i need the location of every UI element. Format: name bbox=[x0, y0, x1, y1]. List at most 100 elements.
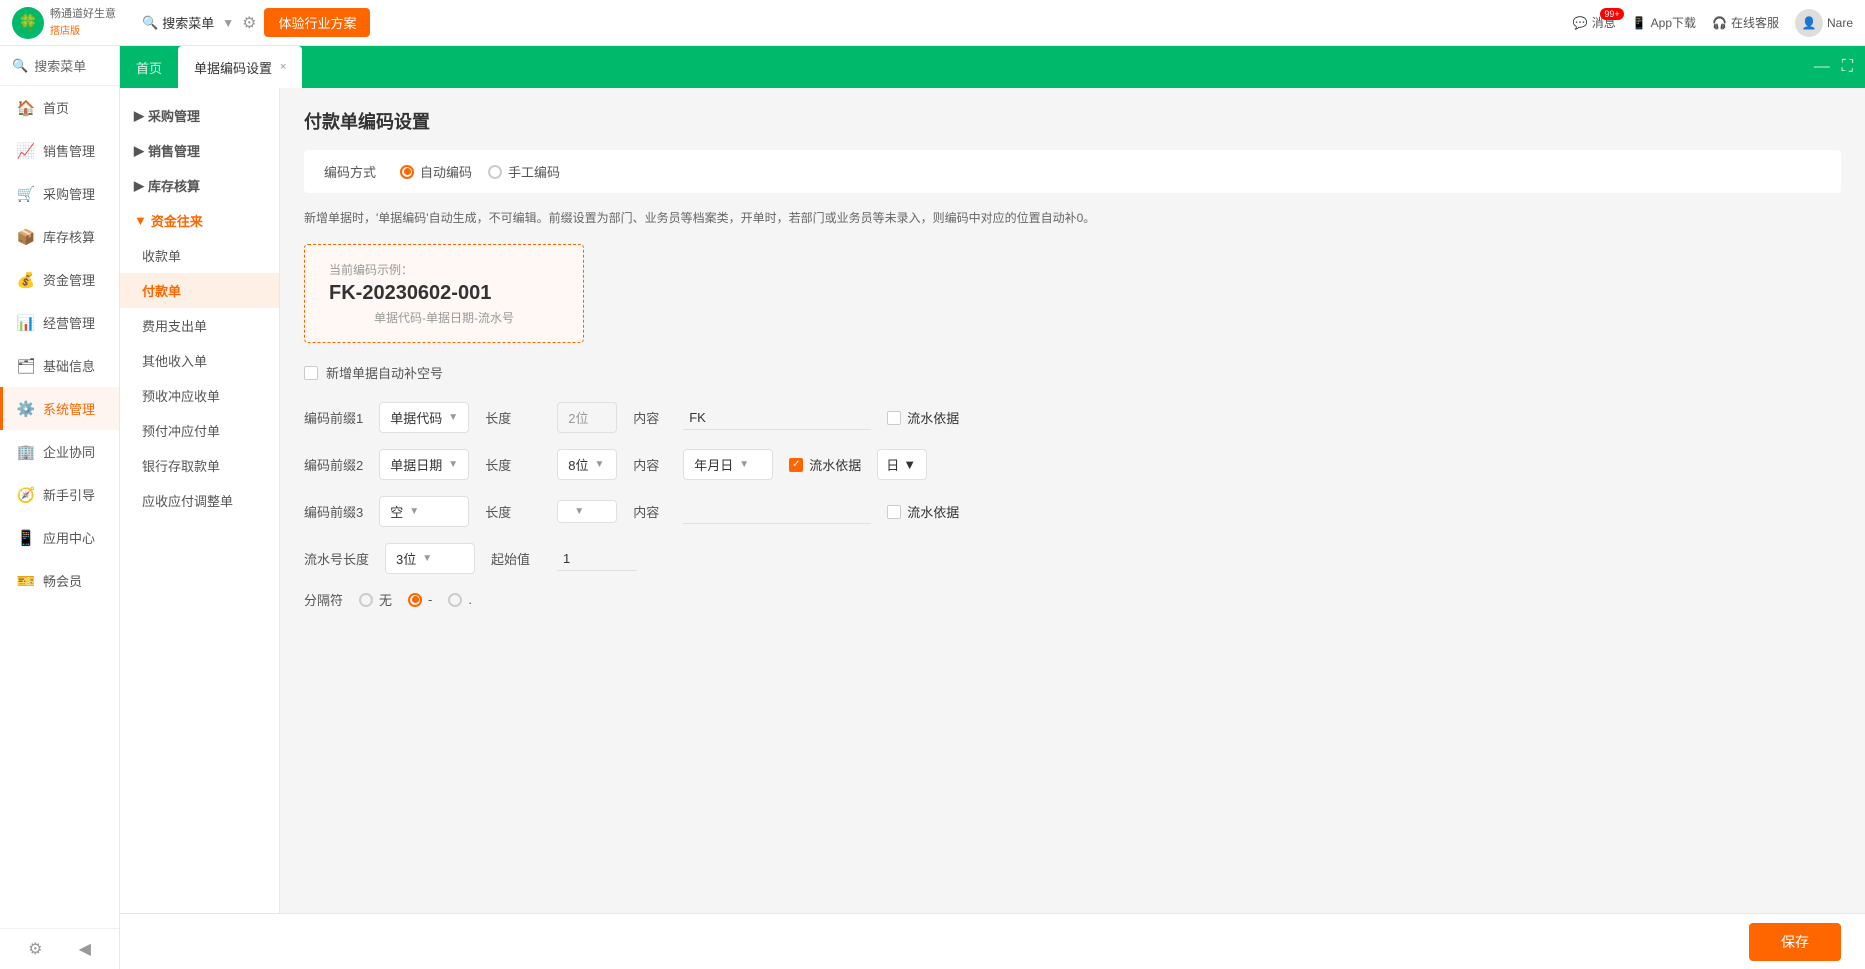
sep-none[interactable]: 无 bbox=[359, 590, 392, 609]
prefix1-water-label: 流水依据 bbox=[907, 408, 959, 427]
sidebar-item-label: 应用中心 bbox=[43, 528, 95, 547]
search-icon[interactable]: 🔍 bbox=[142, 15, 158, 31]
prefix3-length-select[interactable]: ▼ bbox=[557, 500, 617, 523]
prefix1-arrow-icon: ▼ bbox=[448, 412, 458, 423]
search-menu-label[interactable]: 搜索菜单 bbox=[162, 13, 214, 32]
sidebar-item-sales[interactable]: 📈 销售管理 bbox=[0, 129, 119, 172]
sidebar-item-apps[interactable]: 📱 应用中心 bbox=[0, 516, 119, 559]
sub-menu-item-pre-receive[interactable]: 预收冲应收单 bbox=[120, 378, 279, 413]
prefix2-select[interactable]: 单据日期 ▼ bbox=[379, 449, 469, 480]
sidebar-item-purchase[interactable]: 🛒 采购管理 bbox=[0, 172, 119, 215]
minimize-icon[interactable]: — bbox=[1810, 54, 1834, 80]
sidebar-item-label: 销售管理 bbox=[43, 141, 95, 160]
sep-dash[interactable]: - bbox=[408, 592, 432, 607]
sidebar-item-finance[interactable]: 💰 资金管理 bbox=[0, 258, 119, 301]
sidebar-item-label: 库存核算 bbox=[43, 227, 95, 246]
top-bar: 🍀 畅通道好生意 搭店版 🔍 搜索菜单 ▼ ⚙ 体验行业方案 💬 消息 99+ … bbox=[0, 0, 1865, 46]
chevron-right-icon-3: ▶ bbox=[134, 178, 144, 194]
prefix1-water-checkbox[interactable] bbox=[887, 411, 901, 425]
tab-home-label: 首页 bbox=[136, 58, 162, 77]
prefix3-label: 编码前缀3 bbox=[304, 502, 363, 521]
top-bar-middle: 🔍 搜索菜单 ▼ ⚙ 体验行业方案 bbox=[132, 8, 1573, 37]
prefix2-length-label: 长度 bbox=[485, 455, 541, 474]
save-button[interactable]: 保存 bbox=[1749, 923, 1841, 961]
radio-manual[interactable]: 手工编码 bbox=[488, 162, 560, 181]
sep-dot[interactable]: . bbox=[448, 592, 472, 607]
sidebar-item-home[interactable]: 🏠 首页 bbox=[0, 86, 119, 129]
sidebar-item-operation[interactable]: 📊 经营管理 bbox=[0, 301, 119, 344]
tab-encoding-close-icon[interactable]: × bbox=[280, 61, 286, 73]
guide-icon: 🧭 bbox=[17, 486, 35, 504]
sidebar-item-member[interactable]: 🎫 畅会员 bbox=[0, 559, 119, 602]
sidebar-search-label: 搜索菜单 bbox=[34, 56, 86, 75]
prefix3-value: 空 bbox=[390, 502, 403, 521]
prefix2-content-select[interactable]: 年月日 ▼ bbox=[683, 449, 773, 480]
prefix2-length-value: 8位 bbox=[568, 455, 588, 474]
sidebar-item-guide[interactable]: 🧭 新手引导 bbox=[0, 473, 119, 516]
sub-menu-group-capital[interactable]: ▼ 资金往来 bbox=[120, 203, 279, 238]
serial-select[interactable]: 3位 ▼ bbox=[385, 543, 475, 574]
dropdown-arrow-icon[interactable]: ▼ bbox=[222, 16, 234, 30]
sub-menu-group-sales[interactable]: ▶ 销售管理 bbox=[120, 133, 279, 168]
prefix3-select[interactable]: 空 ▼ bbox=[379, 496, 469, 527]
sub-menu-group-purchase[interactable]: ▶ 采购管理 bbox=[120, 98, 279, 133]
prefix1-water-depend: 流水依据 bbox=[887, 408, 959, 427]
sub-menu-item-expense[interactable]: 费用支出单 bbox=[120, 308, 279, 343]
sub-menu-item-bank[interactable]: 银行存取款单 bbox=[120, 448, 279, 483]
maximize-icon[interactable]: ⛶ bbox=[1838, 54, 1857, 80]
sidebar-item-system[interactable]: ⚙️ 系统管理 bbox=[0, 387, 119, 430]
sidebar-collapse-btn[interactable]: ◀ bbox=[79, 939, 91, 959]
sub-menu-item-payment[interactable]: 付款单 bbox=[120, 273, 279, 308]
sub-menu-item-other-income[interactable]: 其他收入单 bbox=[120, 343, 279, 378]
sub-menu-group-inventory-label: 库存核算 bbox=[148, 176, 200, 195]
radio-auto-circle bbox=[400, 165, 414, 179]
sidebar: 🔍 搜索菜单 🏠 首页 📈 销售管理 🛒 采购管理 📦 库存核算 💰 资金管理 … bbox=[0, 46, 120, 969]
serial-arrow-icon: ▼ bbox=[422, 553, 432, 564]
start-value-input[interactable] bbox=[557, 547, 637, 571]
app-download-label: App下载 bbox=[1651, 14, 1696, 31]
prefix-row-2: 编码前缀2 单据日期 ▼ 长度 8位 ▼ 内容 年月日 ▼ ✓ 流水依据 日 ▼ bbox=[304, 449, 1841, 480]
sidebar-search[interactable]: 🔍 搜索菜单 bbox=[0, 46, 119, 86]
prefix3-water-label: 流水依据 bbox=[907, 502, 959, 521]
search-area[interactable]: 🔍 搜索菜单 bbox=[142, 13, 214, 32]
sub-menu-item-receipt[interactable]: 收款单 bbox=[120, 238, 279, 273]
sub-menu-item-pre-pay[interactable]: 预付冲应付单 bbox=[120, 413, 279, 448]
nav-tabs-right: — ⛶ bbox=[1810, 54, 1865, 80]
serial-value: 3位 bbox=[396, 549, 416, 568]
sales-icon: 📈 bbox=[17, 142, 35, 160]
prefix1-select[interactable]: 单据代码 ▼ bbox=[379, 402, 469, 433]
tab-home[interactable]: 首页 bbox=[120, 46, 178, 88]
prefix3-content-input[interactable] bbox=[683, 500, 871, 524]
settings-icon[interactable]: ⚙ bbox=[242, 13, 256, 33]
auto-fill-checkbox[interactable] bbox=[304, 366, 318, 380]
sub-menu-item-adj[interactable]: 应收应付调整单 bbox=[120, 483, 279, 518]
prefix2-length-select[interactable]: 8位 ▼ bbox=[557, 449, 617, 480]
tab-encoding[interactable]: 单据编码设置 × bbox=[178, 46, 302, 88]
prefix2-water-label: 流水依据 bbox=[809, 455, 861, 474]
prefix2-water-checkbox[interactable]: ✓ bbox=[789, 458, 803, 472]
prefix3-water-checkbox[interactable] bbox=[887, 505, 901, 519]
sidebar-settings-btn[interactable]: ⚙ bbox=[28, 939, 42, 959]
radio-auto[interactable]: 自动编码 bbox=[400, 162, 472, 181]
tab-encoding-label: 单据编码设置 bbox=[194, 58, 272, 77]
sub-menu-group-inventory[interactable]: ▶ 库存核算 bbox=[120, 168, 279, 203]
code-preview-label: 当前编码示例： bbox=[329, 261, 559, 278]
online-service-item[interactable]: 🎧 在线客服 bbox=[1712, 14, 1779, 31]
prefix2-date-select[interactable]: 日 ▼ bbox=[877, 449, 927, 480]
app-icon: 📱 bbox=[1632, 16, 1647, 30]
message-badge: 99+ bbox=[1600, 8, 1623, 20]
prefix1-content-input[interactable] bbox=[683, 406, 871, 430]
app-download-item[interactable]: 📱 App下载 bbox=[1632, 14, 1696, 31]
prefix1-length-label: 长度 bbox=[485, 408, 541, 427]
user-area[interactable]: 👤 Nare bbox=[1795, 9, 1853, 37]
code-preview-sub: 单据代码-单据日期-流水号 bbox=[329, 309, 559, 326]
sidebar-item-enterprise[interactable]: 🏢 企业协同 bbox=[0, 430, 119, 473]
sidebar-item-inventory[interactable]: 📦 库存核算 bbox=[0, 215, 119, 258]
radio-auto-label: 自动编码 bbox=[420, 162, 472, 181]
message-item[interactable]: 💬 消息 99+ bbox=[1573, 14, 1616, 31]
top-bar-right: 💬 消息 99+ 📱 App下载 🎧 在线客服 👤 Nare bbox=[1573, 9, 1853, 37]
nav-tabs: 首页 单据编码设置 × — ⛶ bbox=[120, 46, 1865, 88]
sidebar-item-basic[interactable]: 🗂 基础信息 bbox=[0, 344, 119, 387]
trial-button[interactable]: 体验行业方案 bbox=[264, 8, 370, 37]
logo-text-block: 畅通道好生意 搭店版 bbox=[50, 8, 116, 36]
